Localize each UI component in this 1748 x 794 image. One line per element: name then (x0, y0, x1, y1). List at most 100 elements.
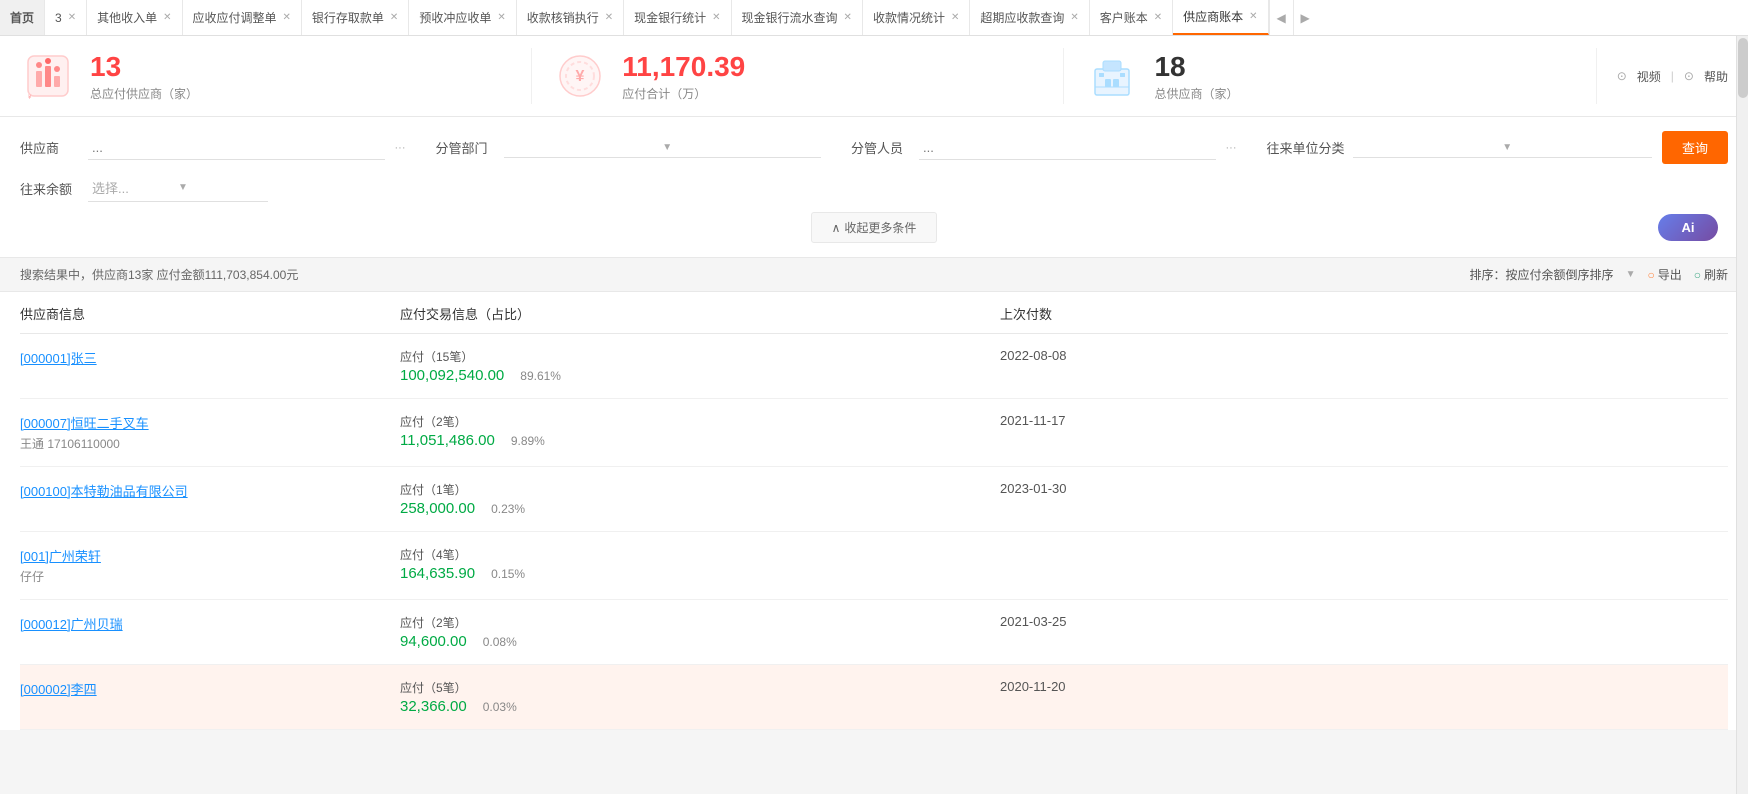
balance-arrow-icon: ▼ (178, 182, 264, 193)
supplier-sub-4: 仔仔 (20, 568, 400, 585)
header-lastpay: 上次付数 (1000, 304, 1728, 323)
trans-amount-4[interactable]: 164,635.90 (400, 565, 475, 582)
nav-cash-bank-flow[interactable]: 现金银行流水查询 ✕ (732, 0, 863, 35)
sort-label[interactable]: 排序：按应付余额倒序排序 (1470, 266, 1614, 283)
collapse-label: 收起更多条件 (844, 219, 916, 236)
nav-collection-exec[interactable]: 收款核销执行 ✕ (517, 0, 624, 35)
nav-arrow-left[interactable]: ◀ (1269, 0, 1293, 35)
table-row: [000001]张三 应付（15笔） 100,092,540.00 89.61%… (20, 334, 1728, 399)
trans-row-6: 32,366.00 0.03% (400, 698, 1000, 715)
help-link[interactable]: 帮助 (1704, 68, 1728, 85)
transaction-cell-6: 应付（5笔） 32,366.00 0.03% (400, 679, 1000, 715)
refresh-button[interactable]: ○ 刷新 (1694, 266, 1728, 283)
collapse-button[interactable]: ∧ 收起更多条件 (811, 212, 938, 243)
close-icon[interactable]: ✕ (1249, 11, 1257, 22)
category-arrow-icon: ▼ (1502, 142, 1648, 153)
trans-label-4: 应付（4笔） (400, 546, 1000, 563)
supplier-link-6[interactable]: [000002]李四 (20, 682, 97, 697)
filter-row-1: 供应商 ··· 分管部门 ▼ 分管人员 ··· 往来单位分类 ▼ 查询 (20, 131, 1728, 164)
trans-amount-5[interactable]: 94,600.00 (400, 633, 467, 650)
summary-card-ap-total: ¥ 11,170.39 应付合计（万） (532, 48, 1064, 104)
supplier-cell-3: [000100]本特勒油品有限公司 (20, 481, 400, 500)
refresh-circle-icon: ○ (1694, 268, 1701, 282)
query-button[interactable]: 查询 (1662, 131, 1728, 164)
card2-label: 应付合计（万） (622, 85, 745, 102)
trans-label-1: 应付（15笔） (400, 348, 1000, 365)
person-dots-icon: ··· (1226, 142, 1237, 154)
nav-cash-bank-stat[interactable]: 现金银行统计 ✕ (624, 0, 731, 35)
nav-arrow-right[interactable]: ▶ (1293, 0, 1317, 35)
card3-label: 总供应商（家） (1154, 85, 1238, 102)
export-circle-icon: ○ (1647, 268, 1654, 282)
transaction-cell-3: 应付（1笔） 258,000.00 0.23% (400, 481, 1000, 517)
supplier-link-4[interactable]: [001]广州荣轩 (20, 549, 101, 564)
trans-amount-6[interactable]: 32,366.00 (400, 698, 467, 715)
close-icon[interactable]: ✕ (712, 12, 720, 23)
trans-label-3: 应付（1笔） (400, 481, 1000, 498)
filter-balance: 往来余额 选择... ▼ (20, 174, 1728, 202)
circle-icon: ⊙ (1617, 69, 1627, 83)
lastpay-cell-6: 2020-11-20 (1000, 679, 1728, 694)
scrollbar-thumb[interactable] (1738, 38, 1748, 98)
supplier-cell-1: [000001]张三 (20, 348, 400, 367)
close-icon[interactable]: ✕ (605, 12, 613, 23)
trans-percent-3: 0.23% (491, 502, 525, 516)
ap-adjust-label: 应收应付调整单 (193, 9, 277, 26)
nav-overdue-query[interactable]: 超期应收款查询 ✕ (970, 0, 1089, 35)
nav-ap-adjust[interactable]: 应收应付调整单 ✕ (183, 0, 302, 35)
supplier-dots-icon: ··· (395, 142, 406, 154)
trans-amount-1[interactable]: 100,092,540.00 (400, 367, 504, 384)
close-icon[interactable]: ✕ (497, 12, 505, 23)
supplier-input[interactable] (88, 136, 385, 160)
close-icon[interactable]: ✕ (1154, 12, 1162, 23)
supplier-sub-2: 王通 17106110000 (20, 435, 400, 452)
trans-label-6: 应付（5笔） (400, 679, 1000, 696)
close-icon[interactable]: ✕ (951, 12, 959, 23)
supplier-link-1[interactable]: [000001]张三 (20, 351, 97, 366)
supplier-link-2[interactable]: [000007]恒旺二手叉车 (20, 416, 149, 431)
nav-bank-deposit[interactable]: 银行存取款单 ✕ (302, 0, 409, 35)
card1-number: 13 (90, 50, 198, 84)
home-label: 首页 (10, 9, 34, 26)
filter-category: 往来单位分类 ▼ (1267, 138, 1653, 158)
summary-bar: ¥ 13 总应付供应商（家） ¥ 11,170.39 应付合计（万） (0, 36, 1748, 117)
nav-supplier-account[interactable]: 供应商账本 ✕ (1173, 0, 1268, 35)
person-input[interactable] (919, 136, 1216, 160)
filter-area: 供应商 ··· 分管部门 ▼ 分管人员 ··· 往来单位分类 ▼ 查询 (0, 117, 1748, 258)
balance-select[interactable]: 选择... ▼ (88, 174, 268, 202)
top-right-actions: ⊙ 视频 | ⊙ 帮助 (1597, 48, 1728, 104)
other-income-label: 其他收入单 (97, 9, 157, 26)
table-row: [000100]本特勒油品有限公司 应付（1笔） 258,000.00 0.23… (20, 467, 1728, 532)
trans-amount-3[interactable]: 258,000.00 (400, 500, 475, 517)
close-icon[interactable]: ✕ (1070, 12, 1078, 23)
supplier-cell-2: [000007]恒旺二手叉车 王通 17106110000 (20, 413, 400, 452)
close-icon[interactable]: ✕ (844, 12, 852, 23)
data-table: 供应商信息 应付交易信息（占比） 上次付数 [000001]张三 应付（15笔）… (0, 292, 1748, 730)
nav-customer-account[interactable]: 客户账本 ✕ (1090, 0, 1173, 35)
ai-badge[interactable]: Ai (1658, 214, 1718, 241)
supplier-link-3[interactable]: [000100]本特勒油品有限公司 (20, 484, 188, 499)
ap-total-icon: ¥ (552, 48, 608, 104)
cash-bank-flow-label: 现金银行流水查询 (742, 9, 838, 26)
ai-label: Ai (1682, 220, 1695, 235)
close-icon[interactable]: ✕ (163, 12, 171, 23)
transaction-cell-4: 应付（4笔） 164,635.90 0.15% (400, 546, 1000, 582)
card1-label: 总应付供应商（家） (90, 85, 198, 102)
export-button[interactable]: ○ 导出 (1647, 266, 1681, 283)
close-icon[interactable]: ✕ (390, 12, 398, 23)
lastpay-cell-2: 2021-11-17 (1000, 413, 1728, 428)
collection-exec-label: 收款核销执行 (527, 9, 599, 26)
nav-tab-number[interactable]: 3 ✕ (45, 0, 87, 35)
nav-prepay[interactable]: 预收冲应收单 ✕ (409, 0, 516, 35)
supplier-link-5[interactable]: [000012]广州贝瑞 (20, 617, 123, 632)
supplier-cell-6: [000002]李四 (20, 679, 400, 698)
video-link[interactable]: 视频 (1637, 68, 1661, 85)
close-icon[interactable]: ✕ (68, 12, 76, 23)
category-select[interactable]: ▼ (1353, 138, 1652, 158)
nav-collection-stat[interactable]: 收款情况统计 ✕ (863, 0, 970, 35)
dept-select[interactable]: ▼ (504, 138, 822, 158)
close-icon[interactable]: ✕ (283, 12, 291, 23)
trans-amount-2[interactable]: 11,051,486.00 (400, 432, 495, 449)
nav-home[interactable]: 首页 (0, 0, 45, 35)
nav-other-income[interactable]: 其他收入单 ✕ (87, 0, 182, 35)
